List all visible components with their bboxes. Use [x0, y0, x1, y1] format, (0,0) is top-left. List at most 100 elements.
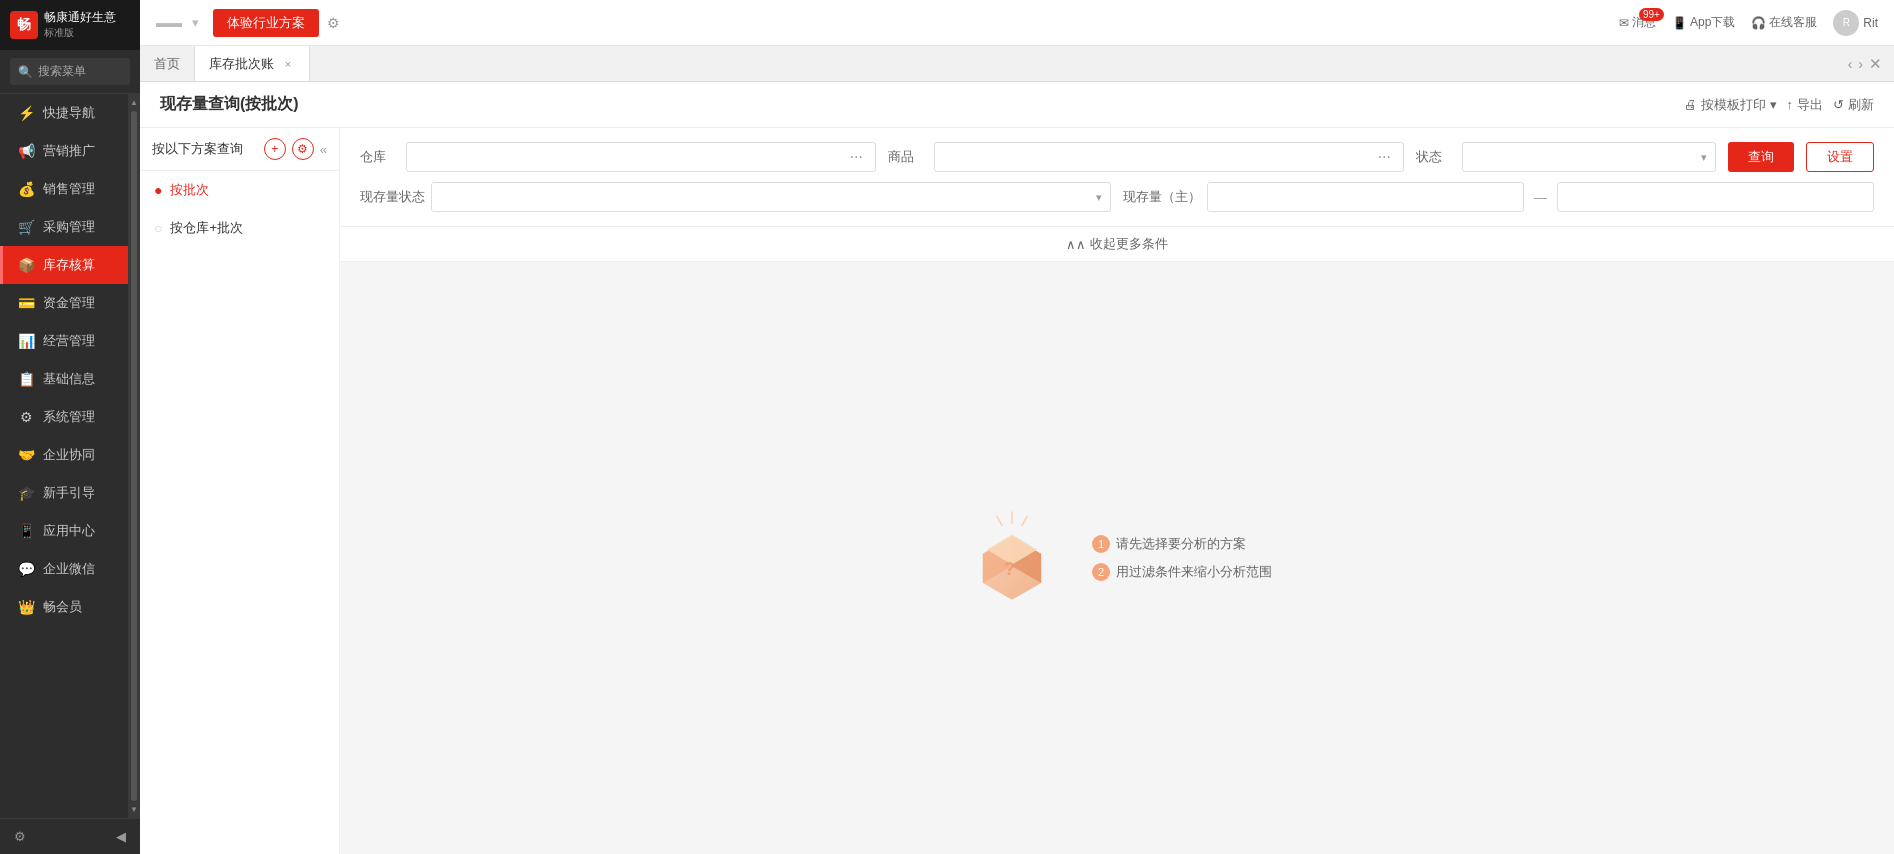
app-title: 畅康通好生意	[44, 10, 116, 26]
tab-home[interactable]: 首页	[140, 46, 195, 81]
sidebar-item-inventory[interactable]: 📦 库存核算	[0, 246, 128, 284]
collapse-up-icon: ∧∧	[1066, 237, 1086, 252]
refresh-btn[interactable]: ↺ 刷新	[1833, 96, 1874, 114]
sidebar-search-area[interactable]: 🔍 搜索菜单	[0, 50, 140, 94]
industry-solution-button[interactable]: 体验行业方案	[213, 9, 319, 37]
tab-next-btn[interactable]: ›	[1858, 56, 1863, 72]
user-menu[interactable]: R Rit	[1833, 10, 1878, 36]
guide-icon: 🎓	[17, 485, 35, 501]
sidebar-item-sales[interactable]: 💰 销售管理	[0, 170, 128, 208]
purchase-icon: 🛒	[17, 219, 35, 235]
warehouse-dots[interactable]: ···	[846, 148, 867, 166]
filter-item-warehouse-batch[interactable]: ○ 按仓库+批次	[140, 209, 339, 247]
app-download-label: App下载	[1690, 14, 1735, 31]
filter-add-btn[interactable]: +	[264, 138, 286, 160]
dropdown-icon[interactable]: ▾	[192, 15, 199, 30]
app-version: 标准版	[44, 26, 116, 40]
print-dropdown-icon[interactable]: ▾	[1770, 97, 1777, 112]
scroll-down-btn[interactable]: ▼	[128, 803, 140, 816]
goods-input[interactable]: ···	[934, 142, 1404, 172]
tab-prev-btn[interactable]: ‹	[1848, 56, 1853, 72]
query-area: 仓库 ··· 商品 ··· 状态	[340, 128, 1894, 854]
search-menu-label: 搜索菜单	[38, 63, 86, 80]
sidebar-item-basics[interactable]: 📋 基础信息	[0, 360, 128, 398]
filter-item-warehouse-batch-label: 按仓库+批次	[170, 219, 243, 237]
basics-icon: 📋	[17, 371, 35, 387]
close-icon[interactable]: ×	[281, 57, 295, 71]
tab-close-all-btn[interactable]: ✕	[1869, 55, 1882, 73]
warehouse-input[interactable]: ···	[406, 142, 876, 172]
tab-home-label: 首页	[154, 55, 180, 73]
sidebar-item-label: 基础信息	[43, 370, 95, 388]
enterprise-icon: 🤝	[17, 447, 35, 463]
filter-collapse-btn[interactable]: «	[320, 142, 327, 157]
add-icon: +	[271, 142, 278, 156]
footer-collapse-btn[interactable]: ◀	[116, 829, 126, 844]
export-btn[interactable]: ↑ 导出	[1787, 96, 1824, 114]
online-service-btn[interactable]: 🎧 在线客服	[1751, 14, 1817, 31]
query-button[interactable]: 查询	[1728, 142, 1794, 172]
print-btn[interactable]: 🖨 按模板打印 ▾	[1684, 96, 1777, 114]
collapse-left-icon: «	[320, 142, 327, 157]
settings-gear-btn[interactable]: ⚙	[327, 15, 340, 31]
sidebar-header: 畅 畅康通好生意 标准版	[0, 0, 140, 50]
sidebar-item-finance[interactable]: 💳 资金管理	[0, 284, 128, 322]
inventory-icon: 📦	[17, 257, 35, 273]
marketing-icon: 📢	[17, 143, 35, 159]
empty-tip-1: 1 请先选择要分析的方案	[1092, 535, 1272, 553]
tabs-bar: 首页 库存批次账 × ‹ › ✕	[140, 46, 1894, 82]
sidebar-item-purchase[interactable]: 🛒 采购管理	[0, 208, 128, 246]
tip-2-num: 2	[1092, 563, 1110, 581]
tip-1-num: 1	[1092, 535, 1110, 553]
empty-illustration: ?	[962, 508, 1062, 608]
stock-qty-from[interactable]	[1207, 182, 1524, 212]
sidebar-footer: ⚙ ◀	[0, 818, 140, 854]
app-info: 畅康通好生意 标准版	[44, 10, 116, 40]
sidebar-item-label: 资金管理	[43, 294, 95, 312]
app-download-btn[interactable]: 📱 App下载	[1672, 14, 1735, 31]
search-icon: 🔍	[18, 65, 33, 79]
sidebar-item-operation[interactable]: 📊 经营管理	[0, 322, 128, 360]
messages-btn[interactable]: ✉ 消息 99+	[1619, 14, 1656, 31]
sidebar-item-marketing[interactable]: 📢 营销推广	[0, 132, 128, 170]
print-icon: 🖨	[1684, 97, 1697, 112]
collapse-bar[interactable]: ∧∧ 收起更多条件	[340, 227, 1894, 262]
tab-close-btn[interactable]: ×	[281, 57, 295, 71]
sidebar-item-label: 销售管理	[43, 180, 95, 198]
topbar-right: ✉ 消息 99+ 📱 App下载 🎧 在线客服 R Rit	[1619, 10, 1878, 36]
status-arrow-icon: ▾	[1701, 151, 1707, 164]
sidebar-item-apps[interactable]: 📱 应用中心	[0, 512, 128, 550]
settings-button[interactable]: 设置	[1806, 142, 1874, 172]
dash-divider: —	[1530, 190, 1551, 205]
filter-settings-btn[interactable]: ⚙	[292, 138, 314, 160]
service-label: 在线客服	[1769, 14, 1817, 31]
footer-settings-btn[interactable]: ⚙	[14, 829, 26, 844]
sidebar-item-system[interactable]: ⚙ 系统管理	[0, 398, 128, 436]
sidebar-item-quick[interactable]: ⚡ 快捷导航	[0, 94, 128, 132]
apps-icon: 📱	[17, 523, 35, 539]
search-menu-button[interactable]: 🔍 搜索菜单	[10, 58, 130, 85]
query-row-1: 仓库 ··· 商品 ··· 状态	[360, 142, 1874, 172]
sidebar-item-guide[interactable]: 🎓 新手引导	[0, 474, 128, 512]
tab-batch[interactable]: 库存批次账 ×	[195, 46, 310, 81]
query-form: 仓库 ··· 商品 ··· 状态	[340, 128, 1894, 227]
stock-status-select[interactable]: ▾	[431, 182, 1111, 212]
sidebar-item-enterprise[interactable]: 🤝 企业协同	[0, 436, 128, 474]
topbar-left: ▬▬ ▾ 体验行业方案 ⚙	[156, 9, 1609, 37]
settings-circle-icon: ⚙	[297, 142, 308, 156]
quick-icon: ⚡	[17, 105, 35, 121]
username-label: Rit	[1863, 16, 1878, 30]
status-select[interactable]: ▾	[1462, 142, 1716, 172]
warehouse-label: 仓库	[360, 148, 400, 166]
scroll-up-btn[interactable]: ▲	[128, 96, 140, 109]
sidebar-item-vip[interactable]: 👑 畅会员	[0, 588, 128, 626]
empty-tip-2: 2 用过滤条件来缩小分析范围	[1092, 563, 1272, 581]
stock-qty-to[interactable]	[1557, 182, 1874, 212]
breadcrumb: ▬▬ ▾	[156, 15, 205, 30]
filter-item-batch[interactable]: ● 按批次	[140, 171, 339, 209]
sales-icon: 💰	[17, 181, 35, 197]
sidebar-item-wechat[interactable]: 💬 企业微信	[0, 550, 128, 588]
filter-title: 按以下方案查询	[152, 140, 243, 158]
breadcrumb-text: ▬▬	[156, 15, 182, 30]
goods-dots[interactable]: ···	[1374, 148, 1395, 166]
